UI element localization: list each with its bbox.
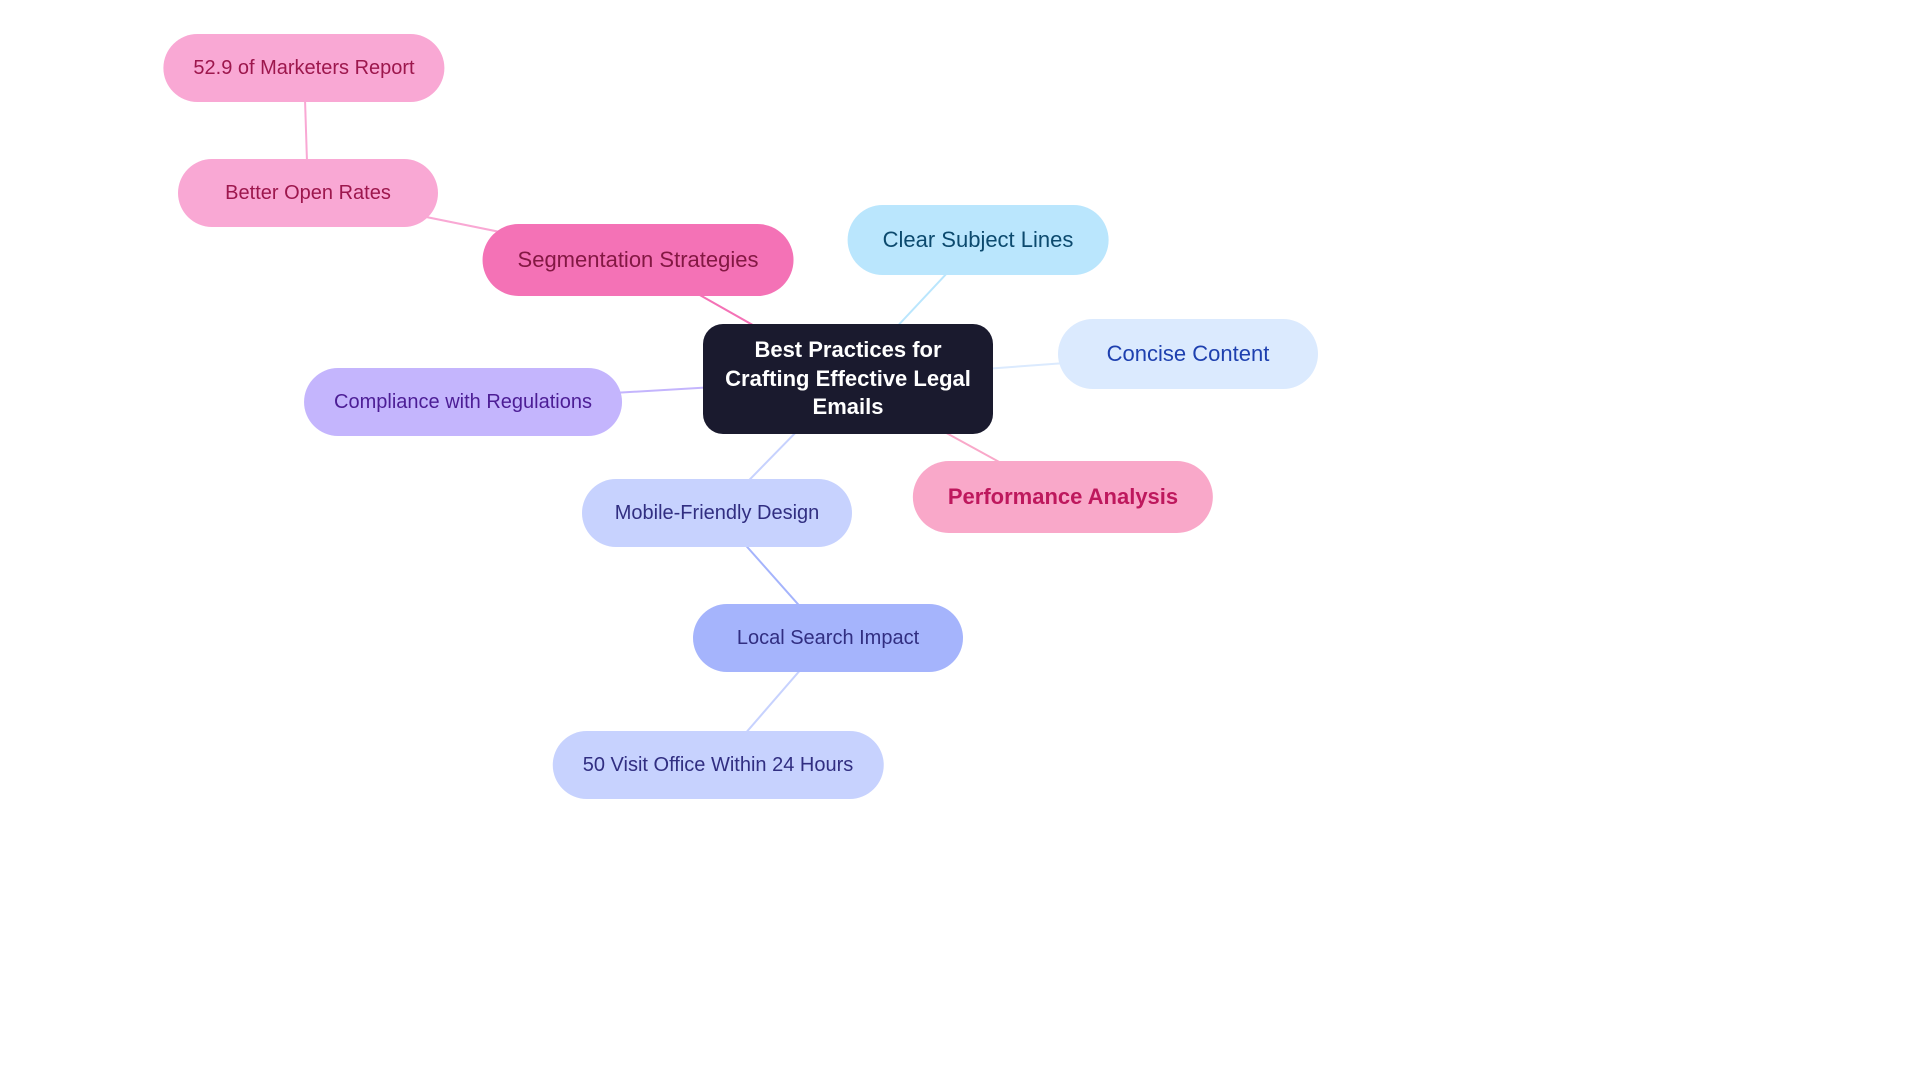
clear-subject-label: Clear Subject Lines (883, 227, 1074, 253)
local-search-node[interactable]: Local Search Impact (693, 604, 963, 672)
segmentation-strategies-node[interactable]: Segmentation Strategies (483, 224, 794, 296)
compliance-node[interactable]: Compliance with Regulations (304, 368, 622, 436)
performance-analysis-node[interactable]: Performance Analysis (913, 461, 1213, 533)
mobile-friendly-label: Mobile-Friendly Design (615, 502, 820, 525)
local-search-label: Local Search Impact (737, 627, 919, 650)
visit-office-label: 50 Visit Office Within 24 Hours (583, 754, 854, 777)
segmentation-strategies-label: Segmentation Strategies (518, 247, 759, 273)
marketers-report-node[interactable]: 52.9 of Marketers Report (163, 34, 444, 102)
performance-analysis-label: Performance Analysis (948, 484, 1178, 510)
center-node-label: Best Practices for Crafting Effective Le… (723, 336, 973, 422)
concise-content-label: Concise Content (1107, 341, 1270, 367)
better-open-rates-node[interactable]: Better Open Rates (178, 159, 438, 227)
mobile-friendly-node[interactable]: Mobile-Friendly Design (582, 479, 852, 547)
center-node[interactable]: Best Practices for Crafting Effective Le… (703, 324, 993, 434)
visit-office-node[interactable]: 50 Visit Office Within 24 Hours (553, 731, 884, 799)
concise-content-node[interactable]: Concise Content (1058, 319, 1318, 389)
marketers-report-label: 52.9 of Marketers Report (193, 57, 414, 80)
better-open-rates-label: Better Open Rates (225, 182, 391, 205)
clear-subject-node[interactable]: Clear Subject Lines (848, 205, 1109, 275)
mindmap-container: Best Practices for Crafting Effective Le… (0, 0, 1920, 1083)
compliance-label: Compliance with Regulations (334, 391, 592, 414)
